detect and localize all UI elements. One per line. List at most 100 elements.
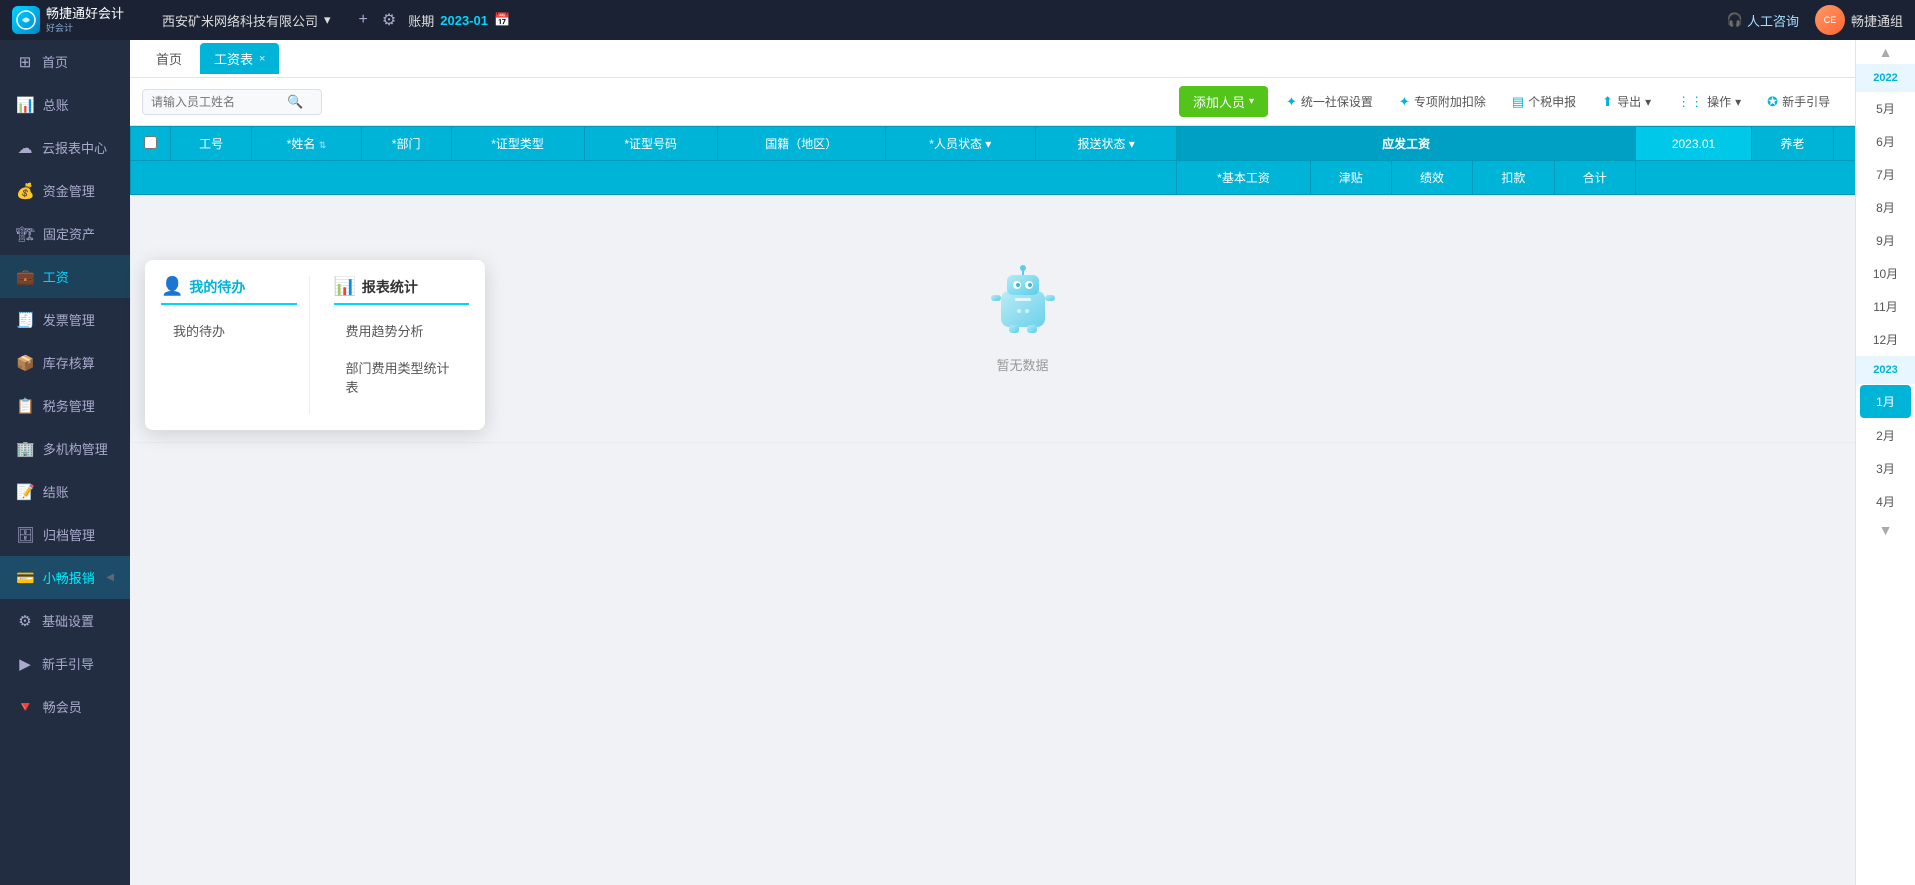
- tab-home-label: 首页: [156, 49, 182, 68]
- tab-close-icon[interactable]: ×: [259, 53, 265, 65]
- sidebar-item-fixed-assets[interactable]: 🏗 固定资产: [0, 212, 130, 255]
- date-2022-06[interactable]: 6月: [1856, 125, 1915, 158]
- sidebar-item-cloud-report[interactable]: ☁ 云报表中心: [0, 126, 130, 169]
- th-report-status[interactable]: 报送状态 ▾: [1035, 127, 1177, 161]
- search-box: 🔍: [142, 89, 322, 115]
- popup-cols: 👤 我的待办 我的待办 📊 报表统计 费用趋势分析 部门费用类型统计表: [161, 276, 469, 414]
- operations-dropdown-icon: ▾: [1735, 95, 1741, 109]
- calendar-icon[interactable]: 📅: [494, 12, 510, 28]
- th-cert-type: *证型类型: [451, 127, 584, 161]
- date-nav-up[interactable]: ▲: [1856, 40, 1915, 64]
- date-2022-07[interactable]: 7月: [1856, 158, 1915, 191]
- personal-tax-button[interactable]: ▤ 个税申报: [1504, 88, 1584, 115]
- sidebar-label-salary: 工资: [43, 267, 69, 286]
- add-person-button[interactable]: 添加人员 ▾: [1179, 86, 1268, 117]
- personal-tax-icon: ▤: [1512, 94, 1524, 110]
- date-2023-04[interactable]: 4月: [1856, 485, 1915, 518]
- tab-home[interactable]: 首页: [142, 43, 196, 74]
- sidebar-item-inventory[interactable]: 📦 库存核算: [0, 341, 130, 384]
- sidebar-item-member[interactable]: 🔻 畅会员: [0, 685, 130, 728]
- logo-sub: 好会计: [46, 21, 124, 34]
- popup-item-my-pending[interactable]: 我的待办: [161, 315, 297, 346]
- date-2023-02[interactable]: 2月: [1856, 419, 1915, 452]
- date-2022-10[interactable]: 10月: [1856, 257, 1915, 290]
- account-period-label: 账期: [408, 11, 434, 30]
- sidebar-item-settlement[interactable]: 📝 结账: [0, 470, 130, 513]
- user-name: 畅捷通组: [1851, 11, 1903, 30]
- multi-org-icon: 🏢: [16, 440, 35, 458]
- tab-salary[interactable]: 工资表 ×: [200, 43, 279, 74]
- date-nav-down[interactable]: ▼: [1856, 518, 1915, 542]
- empty-icon: [983, 263, 1063, 343]
- popup-item-expense-trend[interactable]: 费用趋势分析: [334, 315, 470, 346]
- settings-icon[interactable]: ⚙: [382, 10, 396, 30]
- tab-bar: 首页 工资表 × ×: [130, 40, 1915, 78]
- export-button[interactable]: ⬆ 导出 ▾: [1594, 88, 1659, 115]
- date-2022-05[interactable]: 5月: [1856, 92, 1915, 125]
- popup-items-pending: 我的待办: [161, 315, 297, 346]
- inventory-icon: 📦: [16, 354, 35, 372]
- home-icon: ⊞: [16, 53, 34, 71]
- new-guide-icon: ▶: [16, 655, 34, 673]
- special-deduction-label: 专项附加扣除: [1414, 93, 1486, 110]
- date-2022-09[interactable]: 9月: [1856, 224, 1915, 257]
- social-insurance-button[interactable]: ✦ 统一社保设置: [1278, 88, 1381, 115]
- sidebar-item-multi-org[interactable]: 🏢 多机构管理: [0, 427, 130, 470]
- user-area[interactable]: CE 畅捷通组: [1815, 5, 1903, 35]
- sidebar-item-basic-settings[interactable]: ⚙ 基础设置: [0, 599, 130, 642]
- sidebar-item-archive[interactable]: 🗄 归档管理: [0, 513, 130, 556]
- sort-icon: ⇅: [319, 140, 327, 150]
- operations-icon: ⋮⋮: [1677, 94, 1703, 110]
- date-2022-12[interactable]: 12月: [1856, 323, 1915, 356]
- popup-section-pending: 👤 我的待办 我的待办: [161, 276, 297, 402]
- th-name[interactable]: *姓名 ⇅: [252, 127, 361, 161]
- export-icon: ⬆: [1602, 94, 1613, 110]
- settlement-icon: 📝: [16, 483, 35, 501]
- sidebar-item-new-guide[interactable]: ▶ 新手引导: [0, 642, 130, 685]
- sidebar-label-invoice: 发票管理: [43, 310, 95, 329]
- th-cert-num: *证型号码: [584, 127, 717, 161]
- special-deduction-button[interactable]: ✦ 专项附加扣除: [1391, 88, 1494, 115]
- sidebar-item-salary[interactable]: 💼 工资: [0, 255, 130, 298]
- th-emp-id: 工号: [171, 127, 252, 161]
- fund-icon: 💰: [16, 182, 35, 200]
- sidebar-item-tax[interactable]: 📋 税务管理: [0, 384, 130, 427]
- service-button[interactable]: 🎧 人工咨询: [1727, 11, 1799, 30]
- date-2023-03[interactable]: 3月: [1856, 452, 1915, 485]
- popup-items-reports: 费用趋势分析 部门费用类型统计表: [334, 315, 470, 402]
- date-2022-08[interactable]: 8月: [1856, 191, 1915, 224]
- sidebar-item-invoice[interactable]: 🧾 发票管理: [0, 298, 130, 341]
- th-person-status[interactable]: *人员状态 ▾: [885, 127, 1035, 161]
- table-container: 工号 *姓名 ⇅ *部门 *证型类型 *证型号码 国籍（地区） *人员状态 ▾ …: [130, 126, 1915, 885]
- sidebar-item-fund[interactable]: 💰 资金管理: [0, 169, 130, 212]
- th-checkbox[interactable]: [131, 127, 171, 161]
- sidebar-label-fixed-assets: 固定资产: [43, 224, 95, 243]
- company-selector[interactable]: 西安矿米网络科技有限公司 ▾: [154, 7, 339, 34]
- company-name: 西安矿米网络科技有限公司: [162, 11, 318, 30]
- invoice-icon: 🧾: [16, 311, 35, 329]
- cloud-icon: ☁: [16, 139, 34, 157]
- basic-settings-icon: ⚙: [16, 612, 34, 630]
- date-2023-01[interactable]: 1月: [1860, 385, 1911, 418]
- sidebar-label-member: 畅会员: [43, 697, 82, 716]
- headset-icon: 🎧: [1727, 12, 1743, 28]
- add-person-label: 添加人员: [1193, 92, 1245, 111]
- select-all-checkbox[interactable]: [144, 136, 157, 149]
- top-right: 🎧 人工咨询 CE 畅捷通组: [1727, 5, 1903, 35]
- search-input[interactable]: [151, 95, 281, 109]
- popup-item-dept-expense[interactable]: 部门费用类型统计表: [334, 352, 470, 402]
- personal-tax-label: 个税申报: [1528, 93, 1576, 110]
- th-date-col: 2023.01: [1635, 127, 1751, 161]
- logo-text: 畅捷通好会计: [46, 6, 124, 22]
- sidebar-item-home[interactable]: ⊞ 首页: [0, 40, 130, 83]
- sidebar-item-xiaochang[interactable]: 💳 小畅报销 ◀: [0, 556, 130, 599]
- sidebar-item-ledger[interactable]: 📊 总账: [0, 83, 130, 126]
- date-2022-11[interactable]: 11月: [1856, 290, 1915, 323]
- date-panel: ▲ 2022 5月 6月 7月 8月 9月 10月 11月 12月 2023 1…: [1855, 40, 1915, 885]
- operations-button[interactable]: ⋮⋮ 操作 ▾: [1669, 88, 1749, 115]
- sidebar-label-basic-settings: 基础设置: [42, 611, 94, 630]
- add-icon[interactable]: +: [359, 11, 368, 29]
- salary-icon: 💼: [16, 268, 35, 286]
- guide-button[interactable]: ✪ 新手引导: [1759, 88, 1838, 115]
- avatar: CE: [1815, 5, 1845, 35]
